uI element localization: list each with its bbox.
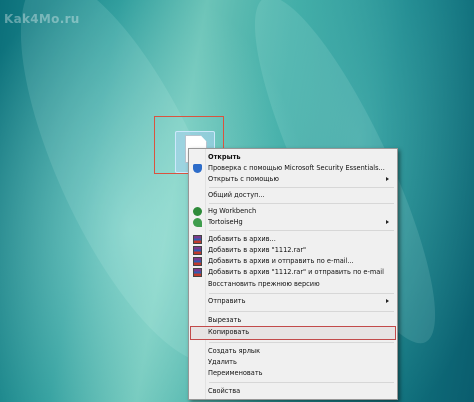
menu-item-label: Свойства (208, 387, 241, 395)
menu-item-label: Добавить в архив "1112.rar" (208, 246, 307, 254)
shield-icon (193, 164, 202, 173)
winrar-icon (193, 235, 202, 244)
menu-item-delete[interactable]: Удалить (191, 357, 395, 368)
menu-item-1112-rar-and-email[interactable]: Добавить в архив "1112.rar" и отправить … (191, 267, 395, 278)
hg-icon (193, 207, 202, 216)
submenu-arrow-icon (386, 299, 389, 303)
menu-item-label: Проверка с помощью Microsoft Security Es… (208, 164, 385, 172)
menu-item-label: Добавить в архив... (208, 235, 276, 243)
menu-item-label: Добавить в архив и отправить по e-mail..… (208, 257, 354, 265)
submenu-arrow-icon (386, 220, 389, 224)
tortoisehg-icon (193, 218, 202, 227)
winrar-icon (193, 257, 202, 266)
menu-item-create-shortcut[interactable]: Создать ярлык (191, 346, 395, 357)
menu-item-label: Восстановить прежнюю версию (208, 280, 320, 288)
menu-item-label: Переименовать (208, 369, 263, 377)
menu-item-copy[interactable]: Копировать (190, 326, 396, 340)
menu-item-label: Удалить (208, 358, 237, 366)
menu-item-label: Создать ярлык (208, 347, 261, 355)
watermark: Kak4Mo.ru (4, 12, 80, 26)
menu-item-label: Добавить в архив "1112.rar" и отправить … (208, 268, 384, 276)
menu-item-cut[interactable]: Вырезать (191, 315, 395, 326)
menu-item-add-to-1112-rar[interactable]: Добавить в архив "1112.rar" (191, 245, 395, 256)
menu-separator (209, 230, 394, 231)
winrar-icon (193, 246, 202, 255)
menu-separator (209, 187, 394, 188)
menu-item-hg-workbench[interactable]: Hg Workbench (191, 206, 395, 217)
submenu-arrow-icon (386, 177, 389, 181)
menu-item-open-with[interactable]: Открыть с помощью (191, 174, 395, 185)
menu-item-add-to-archive[interactable]: Добавить в архив... (191, 234, 395, 245)
menu-item-scan-mse[interactable]: Проверка с помощью Microsoft Security Es… (191, 163, 395, 174)
menu-separator (209, 342, 394, 343)
menu-item-tortoisehg[interactable]: TortoiseHg (191, 217, 395, 228)
menu-item-properties[interactable]: Свойства (191, 386, 395, 397)
menu-item-rename[interactable]: Переименовать (191, 368, 395, 379)
menu-item-label: Копировать (208, 328, 250, 336)
menu-separator (209, 382, 394, 383)
menu-item-label: Открыть с помощью (208, 175, 279, 183)
menu-item-send-to[interactable]: Отправить (191, 296, 395, 307)
menu-item-label: Открыть (208, 153, 241, 161)
menu-item-label: Вырезать (208, 316, 242, 324)
menu-separator (209, 203, 394, 204)
menu-item-label: Hg Workbench (208, 207, 257, 215)
menu-item-share[interactable]: Общий доступ... (191, 190, 395, 201)
menu-separator (209, 311, 394, 312)
menu-separator (209, 293, 394, 294)
winrar-icon (193, 268, 202, 277)
menu-item-restore-previous-versions[interactable]: Восстановить прежнюю версию (191, 279, 395, 290)
menu-item-label: TortoiseHg (208, 218, 243, 226)
context-menu: Открыть Проверка с помощью Microsoft Sec… (188, 148, 398, 400)
menu-item-label: Общий доступ... (208, 191, 265, 199)
menu-item-open[interactable]: Открыть (191, 152, 395, 163)
menu-item-label: Отправить (208, 297, 246, 305)
menu-item-archive-and-email[interactable]: Добавить в архив и отправить по e-mail..… (191, 256, 395, 267)
